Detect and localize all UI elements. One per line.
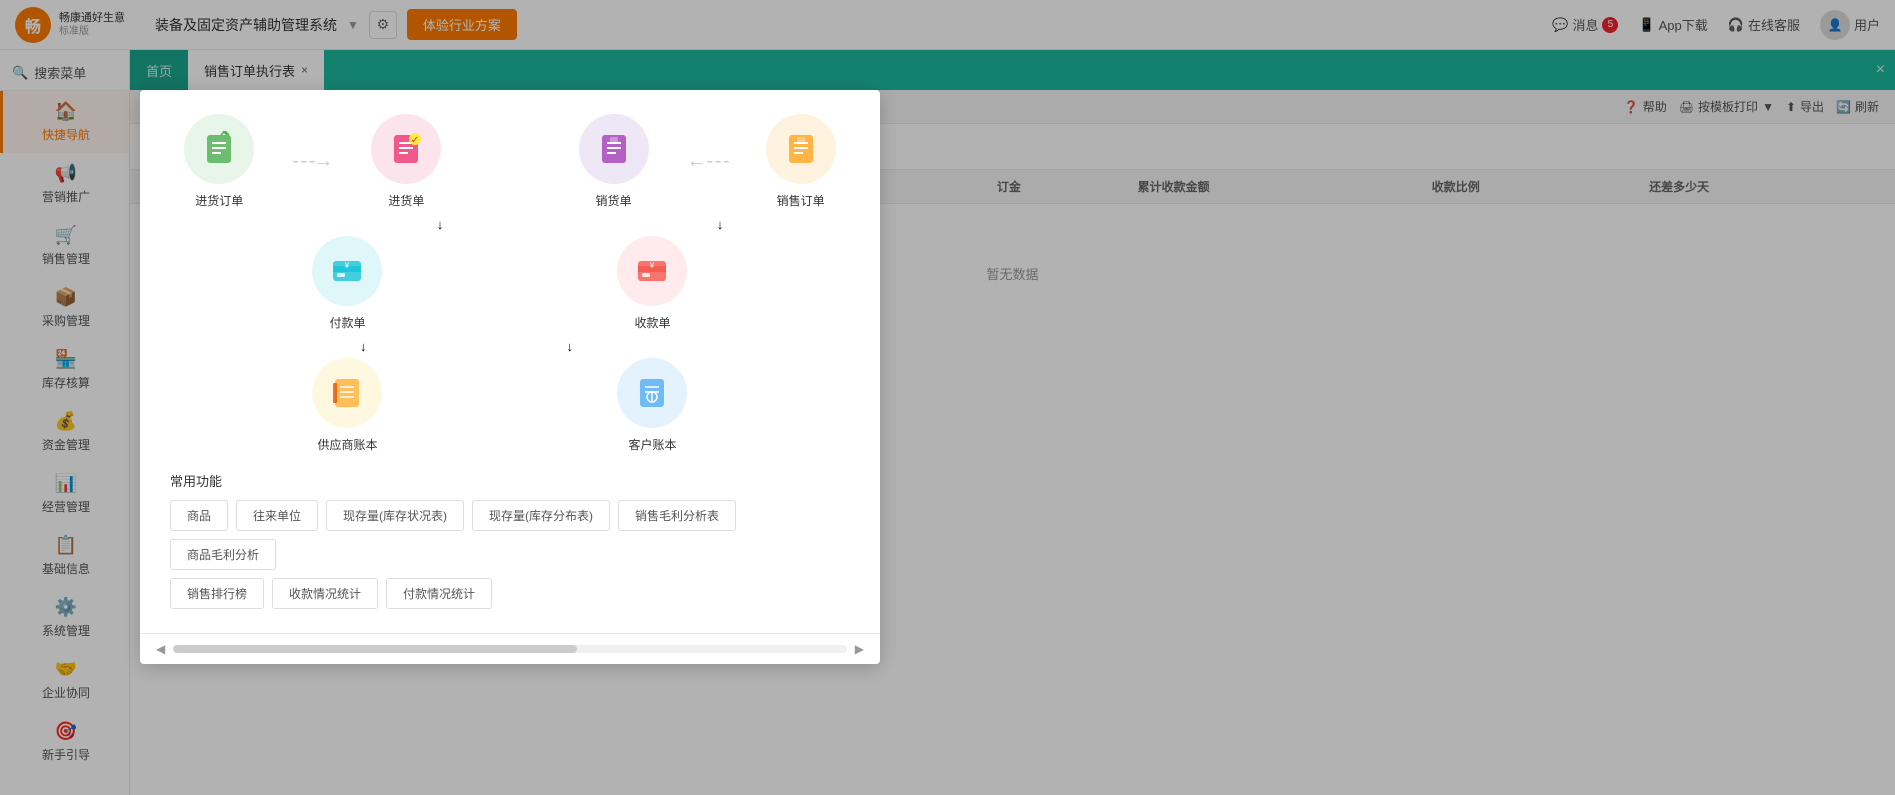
supplier-ledger-label: 供应商账本 [317, 436, 377, 453]
arrow-down-sales: ↓ [680, 217, 760, 232]
flow-node-supplier-ledger[interactable]: 供应商账本 [312, 358, 382, 453]
func-btn-stock-dist[interactable]: 现存量(库存分布表) [472, 500, 610, 531]
scroll-thumb [173, 645, 577, 653]
func-btn-stock-status[interactable]: 现存量(库存状况表) [326, 500, 464, 531]
svg-text:✓: ✓ [411, 135, 419, 146]
purchase-bill-label: 进货单 [388, 192, 424, 209]
customer-ledger-label: 客户账本 [628, 436, 676, 453]
func-btn-sales-rank[interactable]: 销售排行榜 [170, 578, 264, 609]
func-btn-product[interactable]: 商品 [170, 500, 228, 531]
scroll-track[interactable] [173, 645, 847, 653]
modal-scrollbar[interactable]: ◀ ▶ [140, 633, 880, 664]
scroll-right-arrow[interactable]: ▶ [855, 642, 864, 656]
purchase-order-label: 进货订单 [195, 192, 243, 209]
svg-text:¥: ¥ [344, 261, 350, 270]
purchase-bill-circle: ✓ [371, 114, 441, 184]
arrow-down-purchase: ↓ [400, 217, 480, 232]
function-buttons: 商品 往来单位 现存量(库存状况表) 现存量(库存分布表) 销售毛利分析表 商品… [170, 500, 850, 570]
func-btn-partner[interactable]: 往来单位 [236, 500, 318, 531]
supplier-ledger-circle [312, 358, 382, 428]
func-btn-sales-margin[interactable]: 销售毛利分析表 [618, 500, 736, 531]
overlay[interactable]: 进货订单 - - -→ ✓ 进货单 [0, 0, 1895, 795]
flow-node-customer-ledger[interactable]: 客户账本 [617, 358, 687, 453]
sales-bill-circle [579, 114, 649, 184]
common-functions-title: 常用功能 [170, 471, 850, 490]
arrow-sales-order-to-bill: ←- - - [677, 150, 737, 173]
sales-order-circle [766, 114, 836, 184]
receipt-label: 收款单 [634, 314, 670, 331]
func-btn-receipt-stats[interactable]: 收款情况统计 [272, 578, 378, 609]
flow-node-payment[interactable]: ¥ 付款单 [312, 236, 382, 331]
modal-body: 进货订单 - - -→ ✓ 进货单 [140, 90, 880, 633]
common-functions: 常用功能 商品 往来单位 现存量(库存状况表) 现存量(库存分布表) 销售毛利分… [170, 471, 850, 609]
flow-modal: 进货订单 - - -→ ✓ 进货单 [140, 90, 880, 664]
payment-label: 付款单 [329, 314, 365, 331]
func-btn-product-margin[interactable]: 商品毛利分析 [170, 539, 276, 570]
payment-circle: ¥ [312, 236, 382, 306]
arrow-down-receipt: ↓ [567, 339, 574, 354]
purchase-order-circle [184, 114, 254, 184]
customer-ledger-circle [617, 358, 687, 428]
flow-node-sales-bill[interactable]: 销货单 [579, 114, 649, 209]
scroll-left-arrow[interactable]: ◀ [156, 642, 165, 656]
sales-bill-label: 销货单 [596, 192, 632, 209]
arrow-purchase-order-to-bill: - - -→ [283, 150, 343, 173]
function-buttons-row2: 销售排行榜 收款情况统计 付款情况统计 [170, 578, 850, 609]
flow-node-receipt[interactable]: ¥ 收款单 [617, 236, 687, 331]
receipt-circle: ¥ [617, 236, 687, 306]
sales-order-label: 销售订单 [777, 192, 825, 209]
flow-node-sales-order[interactable]: 销售订单 [766, 114, 836, 209]
flow-node-purchase-bill[interactable]: ✓ 进货单 [371, 114, 441, 209]
flow-diagram: 进货订单 - - -→ ✓ 进货单 [170, 114, 850, 461]
flow-node-purchase-order[interactable]: 进货订单 [184, 114, 254, 209]
svg-text:¥: ¥ [649, 261, 655, 270]
func-btn-payment-stats[interactable]: 付款情况统计 [386, 578, 492, 609]
arrow-down-payment: ↓ [360, 339, 367, 354]
